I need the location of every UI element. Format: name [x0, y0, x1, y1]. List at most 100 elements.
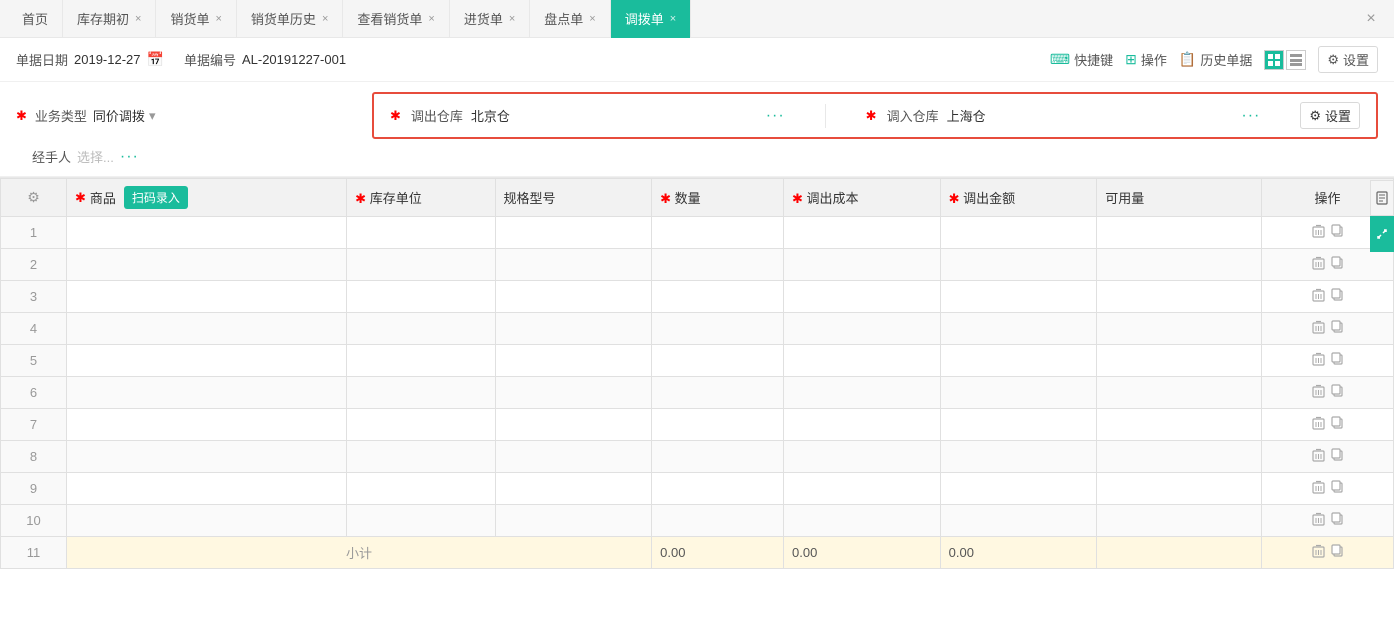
delete-icon-1[interactable] [1312, 224, 1325, 241]
row-spec-3[interactable] [495, 281, 652, 313]
row-qty-6[interactable] [652, 377, 784, 409]
row-amount-5[interactable] [940, 345, 1097, 377]
row-amount-4[interactable] [940, 313, 1097, 345]
row-spec-4[interactable] [495, 313, 652, 345]
row-spec-8[interactable] [495, 441, 652, 473]
row-amount-10[interactable] [940, 505, 1097, 537]
row-cost-6[interactable] [784, 377, 941, 409]
copy-icon-3[interactable] [1331, 288, 1344, 305]
subtotal-delete-icon[interactable] [1312, 544, 1325, 561]
row-qty-3[interactable] [652, 281, 784, 313]
row-available-3[interactable] [1097, 281, 1262, 313]
row-unit-1[interactable] [347, 217, 495, 249]
delete-icon-7[interactable] [1312, 416, 1325, 433]
tab-close-purchase[interactable]: × [509, 13, 515, 25]
float-expand-button[interactable] [1370, 216, 1394, 252]
tab-close-sales-order[interactable]: × [215, 13, 221, 25]
row-cost-9[interactable] [784, 473, 941, 505]
delete-icon-3[interactable] [1312, 288, 1325, 305]
row-unit-8[interactable] [347, 441, 495, 473]
row-cost-7[interactable] [784, 409, 941, 441]
tab-close-view-sales[interactable]: × [428, 13, 434, 25]
row-unit-2[interactable] [347, 249, 495, 281]
box-settings-button[interactable]: ⚙ 设置 [1300, 102, 1360, 129]
row-cost-4[interactable] [784, 313, 941, 345]
layout-btn-1[interactable] [1264, 50, 1284, 70]
copy-icon-4[interactable] [1331, 320, 1344, 337]
row-spec-5[interactable] [495, 345, 652, 377]
tab-close-stocktake[interactable]: × [589, 13, 595, 25]
warehouse-in-more[interactable]: ··· [1241, 107, 1260, 125]
delete-icon-8[interactable] [1312, 448, 1325, 465]
delete-icon-4[interactable] [1312, 320, 1325, 337]
row-product-2[interactable] [66, 249, 346, 281]
row-product-1[interactable] [66, 217, 346, 249]
business-type-dropdown[interactable]: 同价调拨 ▾ [93, 106, 156, 125]
row-cost-1[interactable] [784, 217, 941, 249]
copy-icon-5[interactable] [1331, 352, 1344, 369]
row-qty-5[interactable] [652, 345, 784, 377]
delete-icon-9[interactable] [1312, 480, 1325, 497]
row-product-10[interactable] [66, 505, 346, 537]
row-amount-8[interactable] [940, 441, 1097, 473]
calendar-icon[interactable]: 📅 [147, 51, 164, 68]
row-qty-10[interactable] [652, 505, 784, 537]
subtotal-copy-icon[interactable] [1331, 544, 1344, 561]
row-available-8[interactable] [1097, 441, 1262, 473]
copy-icon-9[interactable] [1331, 480, 1344, 497]
table-gear-icon[interactable]: ⚙ [27, 189, 40, 206]
delete-icon-2[interactable] [1312, 256, 1325, 273]
tab-view-sales[interactable]: 查看销货单 × [343, 0, 449, 38]
tab-close-transfer[interactable]: × [670, 13, 676, 25]
row-product-5[interactable] [66, 345, 346, 377]
row-unit-5[interactable] [347, 345, 495, 377]
tab-close-sales-history[interactable]: × [322, 13, 328, 25]
row-spec-1[interactable] [495, 217, 652, 249]
delete-icon-5[interactable] [1312, 352, 1325, 369]
row-unit-9[interactable] [347, 473, 495, 505]
row-spec-9[interactable] [495, 473, 652, 505]
tab-inventory-init[interactable]: 库存期初 × [63, 0, 156, 38]
tab-sales-history[interactable]: 销货单历史 × [237, 0, 343, 38]
row-amount-7[interactable] [940, 409, 1097, 441]
row-available-6[interactable] [1097, 377, 1262, 409]
row-spec-2[interactable] [495, 249, 652, 281]
row-available-2[interactable] [1097, 249, 1262, 281]
tab-close-inventory-init[interactable]: × [135, 13, 141, 25]
row-available-7[interactable] [1097, 409, 1262, 441]
person-more[interactable]: ··· [120, 148, 139, 166]
delete-icon-6[interactable] [1312, 384, 1325, 401]
row-available-1[interactable] [1097, 217, 1262, 249]
row-amount-9[interactable] [940, 473, 1097, 505]
row-unit-7[interactable] [347, 409, 495, 441]
row-spec-6[interactable] [495, 377, 652, 409]
row-amount-2[interactable] [940, 249, 1097, 281]
row-cost-3[interactable] [784, 281, 941, 313]
row-product-7[interactable] [66, 409, 346, 441]
row-available-10[interactable] [1097, 505, 1262, 537]
row-product-8[interactable] [66, 441, 346, 473]
tab-sales-order[interactable]: 销货单 × [156, 0, 236, 38]
tab-home[interactable]: 首页 [8, 0, 63, 38]
row-qty-1[interactable] [652, 217, 784, 249]
row-spec-10[interactable] [495, 505, 652, 537]
copy-icon-1[interactable] [1331, 224, 1344, 241]
shortcut-button[interactable]: ⌨ 快捷键 [1050, 50, 1113, 69]
person-select[interactable]: 选择... [77, 147, 114, 166]
settings-button[interactable]: ⚙ 设置 [1318, 46, 1378, 73]
copy-icon-8[interactable] [1331, 448, 1344, 465]
warehouse-out-more[interactable]: ··· [766, 107, 785, 125]
row-product-4[interactable] [66, 313, 346, 345]
tab-purchase-order[interactable]: 进货单 × [450, 0, 530, 38]
layout-btn-2[interactable] [1286, 50, 1306, 70]
row-cost-10[interactable] [784, 505, 941, 537]
tab-stocktake[interactable]: 盘点单 × [530, 0, 610, 38]
copy-icon-10[interactable] [1331, 512, 1344, 529]
copy-icon-2[interactable] [1331, 256, 1344, 273]
row-product-3[interactable] [66, 281, 346, 313]
row-available-4[interactable] [1097, 313, 1262, 345]
copy-icon-6[interactable] [1331, 384, 1344, 401]
scan-button[interactable]: 扫码录入 [124, 186, 188, 209]
tab-transfer[interactable]: 调拨单 × [611, 0, 691, 38]
row-unit-10[interactable] [347, 505, 495, 537]
